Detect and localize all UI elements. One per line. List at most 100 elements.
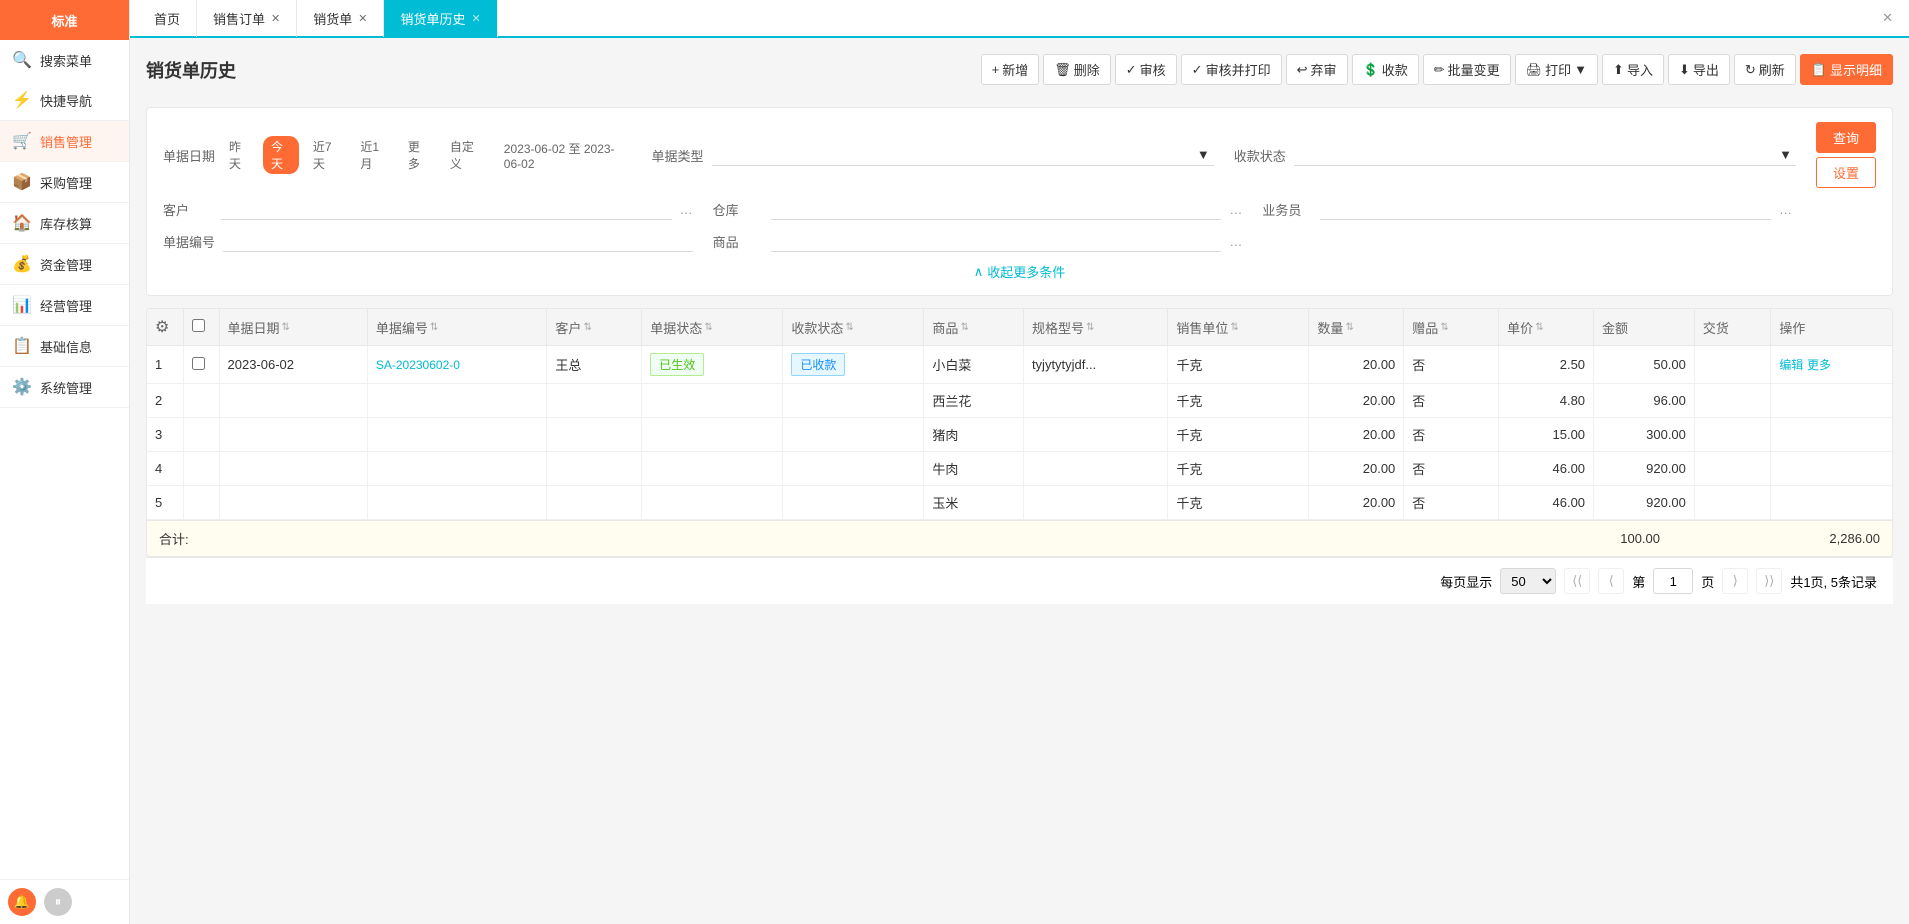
tab-sales-history-close[interactable]: ✕	[472, 12, 481, 25]
collect-label: 收款	[1382, 60, 1408, 79]
sidebar-item-finance[interactable]: 💰 资金管理	[0, 244, 129, 285]
th-quantity[interactable]: 数量 ⇅	[1309, 309, 1404, 346]
sort-icon-gift: ⇅	[1440, 322, 1448, 333]
th-product[interactable]: 商品 ⇅	[924, 309, 1024, 346]
cell-spec	[1023, 452, 1167, 486]
cell-checkbox	[183, 346, 219, 384]
refresh-button[interactable]: ↻ 刷新	[1734, 54, 1796, 85]
last-page-button[interactable]: ⟩⟩	[1756, 568, 1782, 594]
pause-button[interactable]: ⏸	[44, 888, 72, 916]
tab-home[interactable]: 首页	[138, 0, 197, 37]
cell-date	[219, 384, 367, 418]
collect-button[interactable]: 💲 收款	[1352, 54, 1419, 85]
row-checkbox[interactable]	[192, 357, 205, 370]
tab-sales-delivery-close[interactable]: ✕	[358, 12, 367, 25]
prev-page-button[interactable]: ⟨	[1598, 568, 1624, 594]
delete-button[interactable]: 🗑 删除	[1043, 54, 1111, 85]
doc-type-select[interactable]: ▼	[712, 144, 1214, 166]
pagination: 每页显示 50 100 200 ⟨⟨ ⟨ 第 页 ⟩ ⟩⟩ 共1页, 5条记录	[146, 557, 1893, 604]
edit-link[interactable]: 编辑	[1779, 358, 1803, 372]
more-link[interactable]: 更多	[1807, 358, 1831, 372]
filter-product-item: 商品 …	[713, 230, 1243, 252]
tab-sales-order-close[interactable]: ✕	[271, 12, 280, 25]
th-customer[interactable]: 客户 ⇅	[547, 309, 642, 346]
sidebar-item-inventory[interactable]: 🏠 库存核算	[0, 203, 129, 244]
tab-sales-delivery[interactable]: 销货单 ✕	[297, 0, 384, 37]
sidebar-search[interactable]: 🔍 搜索菜单	[0, 40, 129, 80]
delete-label: 删除	[1074, 60, 1100, 79]
filter-doc-type-item: 单据类型 ▼	[652, 144, 1214, 166]
abandon-button[interactable]: ↩ 弃审	[1286, 54, 1348, 85]
th-spec[interactable]: 规格型号 ⇅	[1023, 309, 1167, 346]
new-button[interactable]: + 新增	[981, 54, 1040, 85]
customer-input[interactable]	[221, 198, 672, 220]
audit-print-button[interactable]: ✓ 审核并打印	[1181, 54, 1282, 85]
date-tag-custom[interactable]: 自定义	[442, 136, 488, 174]
page-input[interactable]	[1653, 568, 1693, 594]
export-button[interactable]: ⬇ 导出	[1668, 54, 1730, 85]
th-quantity-label: 数量	[1317, 318, 1343, 337]
audit-button[interactable]: ✓ 审核	[1115, 54, 1177, 85]
th-doc-status[interactable]: 单据状态 ⇅	[642, 309, 783, 346]
sidebar-item-system[interactable]: ⚙️ 系统管理	[0, 367, 129, 408]
sidebar-item-basic-info[interactable]: 📋 基础信息	[0, 326, 129, 367]
sidebar-item-quick-nav[interactable]: ⚡ 快捷导航	[0, 80, 129, 121]
th-settings[interactable]: ⚙	[147, 309, 183, 346]
collect-status-select[interactable]: ▼	[1294, 144, 1796, 166]
customer-dots[interactable]: …	[680, 202, 693, 217]
th-collect-status[interactable]: 收款状态 ⇅	[783, 309, 924, 346]
sidebar-item-operation[interactable]: 📊 经营管理	[0, 285, 129, 326]
doc-no-link[interactable]: SA-20230602-0	[376, 358, 460, 372]
batch-change-icon: ✏	[1434, 62, 1445, 78]
first-page-button[interactable]: ⟨⟨	[1564, 568, 1590, 594]
th-amount-label: 金额	[1602, 321, 1628, 336]
th-checkbox	[183, 309, 219, 346]
print-button[interactable]: 🖨 打印 ▼	[1515, 54, 1598, 85]
tab-sales-order[interactable]: 销售订单 ✕	[197, 0, 297, 37]
sort-icon-product: ⇅	[960, 322, 968, 333]
doc-number-label: 单据编号	[163, 232, 215, 251]
warehouse-dots[interactable]: …	[1229, 202, 1242, 217]
query-button[interactable]: 查询	[1816, 122, 1876, 153]
sidebar-item-purchase-mgmt[interactable]: 📦 采购管理	[0, 162, 129, 203]
product-input[interactable]	[771, 230, 1222, 252]
cell-operation	[1771, 418, 1892, 452]
date-tag-more[interactable]: 更多	[400, 136, 436, 174]
collapse-button[interactable]: ∧ 收起更多条件	[163, 262, 1876, 281]
settings-button[interactable]: 设置	[1816, 157, 1876, 188]
batch-change-button[interactable]: ✏ 批量变更	[1423, 54, 1511, 85]
sidebar-item-sales-mgmt[interactable]: 🛒 销售管理	[0, 121, 129, 162]
product-dots[interactable]: …	[1229, 234, 1242, 249]
window-close-icon[interactable]: ✕	[1882, 10, 1893, 26]
doc-number-input[interactable]	[223, 230, 693, 252]
next-page-button[interactable]: ⟩	[1722, 568, 1748, 594]
date-tag-last7days[interactable]: 近7天	[305, 136, 347, 174]
date-tag-last1month[interactable]: 近1月	[352, 136, 394, 174]
tab-sales-history[interactable]: 销货单历史 ✕	[384, 0, 497, 37]
date-tag-yesterday[interactable]: 昨天	[221, 136, 257, 174]
refresh-label: 刷新	[1759, 60, 1785, 79]
salesperson-dots[interactable]: …	[1779, 202, 1792, 217]
th-doc-no[interactable]: 单据编号 ⇅	[367, 309, 547, 346]
warehouse-input[interactable]	[771, 198, 1222, 220]
table-footer: 合计: 100.00 2,286.00	[147, 520, 1892, 556]
cell-spec: tyjytytyjdf...	[1023, 346, 1167, 384]
query-settings-col: 查询 设置	[1816, 122, 1876, 188]
show-detail-button[interactable]: 📋 显示明细	[1800, 54, 1893, 85]
data-table-container: ⚙ 单据日期 ⇅ 单据编号	[146, 308, 1893, 557]
date-tag-today[interactable]: 今天	[263, 136, 299, 174]
th-unit[interactable]: 销售单位 ⇅	[1168, 309, 1309, 346]
select-all-checkbox[interactable]	[192, 319, 205, 332]
settings-gear-icon[interactable]: ⚙	[155, 319, 169, 336]
page-size-select[interactable]: 50 100 200	[1500, 568, 1556, 594]
th-unit-price[interactable]: 单价 ⇅	[1499, 309, 1594, 346]
import-button[interactable]: ⬆ 导入	[1602, 54, 1664, 85]
content-area: 销货单历史 + 新增 🗑 删除 ✓ 审核 ✓ 审核并打印	[130, 38, 1909, 924]
salesperson-input[interactable]	[1320, 198, 1771, 220]
th-gift[interactable]: 赠品 ⇅	[1404, 309, 1499, 346]
notification-button[interactable]: 🔔	[8, 888, 36, 916]
cell-spec	[1023, 486, 1167, 520]
delete-icon: 🗑	[1054, 62, 1071, 78]
th-date[interactable]: 单据日期 ⇅	[219, 309, 367, 346]
cell-doc-status	[642, 486, 783, 520]
